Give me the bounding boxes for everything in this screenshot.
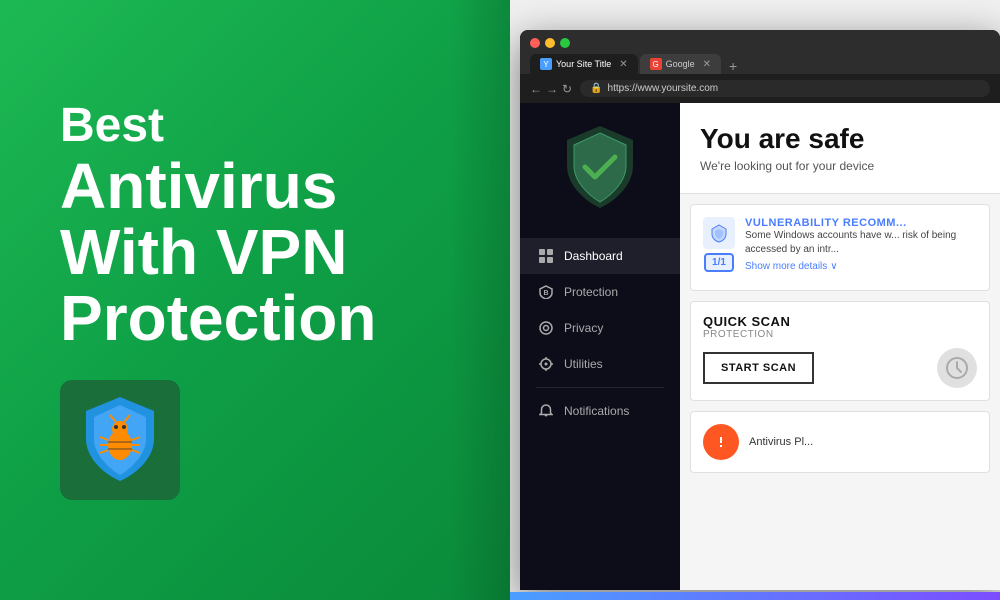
left-section: Best Antivirus With VPN Protection — [0, 0, 510, 600]
nav-item-notifications[interactable]: Notifications — [520, 393, 680, 429]
vuln-content: VULNERABILITY RECOMM... Some Windows acc… — [745, 217, 977, 272]
nav-label-dashboard: Dashboard — [564, 249, 623, 263]
vuln-link[interactable]: Show more details ∨ — [745, 261, 977, 272]
safe-subtitle: We're looking out for your device — [700, 159, 980, 173]
bottom-bar — [510, 592, 1000, 600]
av-main-panel: You are safe We're looking out for your … — [680, 103, 1000, 590]
partial-card: Antivirus Pl... — [690, 411, 990, 473]
right-section: Y Your Site Title ✕ G Google ✕ + ← → ↻ — [510, 0, 1000, 600]
av-logo-shield — [560, 123, 640, 213]
browser-navbar: ← → ↻ 🔒 https://www.yoursite.com — [520, 74, 1000, 103]
tab-label-1: Your Site Title — [556, 59, 611, 69]
browser-dots — [530, 38, 990, 48]
vuln-link-text: Show more details — [745, 261, 827, 272]
dot-green[interactable] — [560, 38, 570, 48]
nav-label-privacy: Privacy — [564, 321, 603, 335]
tab-favicon-1: Y — [540, 58, 552, 70]
vuln-text: Some Windows accounts have w... risk of … — [745, 229, 977, 257]
browser-content: Dashboard B Protection — [520, 103, 1000, 590]
nav-label-notifications: Notifications — [564, 404, 629, 418]
tab-close-2[interactable]: ✕ — [703, 59, 711, 70]
headline-with-vpn: With VPN — [60, 220, 460, 284]
quick-scan-card: QUICK SCAN PROTECTION START SCAN — [690, 301, 990, 401]
partial-card-icon — [703, 424, 739, 460]
scan-content: START SCAN — [703, 348, 977, 388]
av-sidebar: Dashboard B Protection — [520, 103, 680, 590]
headline-protection: Protection — [60, 286, 460, 350]
svg-text:B: B — [543, 290, 548, 297]
safe-title: You are safe — [700, 123, 980, 155]
nav-item-privacy[interactable]: Privacy — [520, 310, 680, 346]
browser-window: Y Your Site Title ✕ G Google ✕ + ← → ↻ — [520, 30, 1000, 590]
refresh-arrow[interactable]: ↻ — [562, 82, 572, 96]
address-text: https://www.yoursite.com — [608, 83, 719, 94]
privacy-icon — [538, 320, 554, 336]
chevron-down-icon: ∨ — [830, 261, 837, 272]
vuln-badge: 1/1 — [704, 253, 734, 272]
scan-title: QUICK SCAN — [703, 314, 977, 329]
vuln-header: 1/1 VULNERABILITY RECOMM... Some Windows… — [703, 217, 977, 272]
protection-icon: B — [538, 284, 554, 300]
utilities-icon — [538, 356, 554, 372]
vuln-title: VULNERABILITY RECOMM... — [745, 217, 977, 229]
browser-tabs: Y Your Site Title ✕ G Google ✕ + — [530, 54, 990, 74]
badge-container — [60, 380, 180, 500]
nav-arrows: ← → ↻ — [530, 82, 572, 96]
nav-label-protection: Protection — [564, 285, 618, 299]
headline-best: Best — [60, 100, 460, 153]
vulnerability-card: 1/1 VULNERABILITY RECOMM... Some Windows… — [690, 204, 990, 291]
scan-subtitle: PROTECTION — [703, 329, 977, 340]
address-bar[interactable]: 🔒 https://www.yoursite.com — [580, 80, 990, 97]
nav-item-protection[interactable]: B Protection — [520, 274, 680, 310]
shield-badge-icon — [80, 395, 160, 485]
vuln-icon — [703, 217, 735, 249]
notifications-icon — [538, 403, 554, 419]
scan-circle-icon — [937, 348, 977, 388]
back-arrow[interactable]: ← — [530, 82, 542, 96]
forward-arrow[interactable]: → — [546, 82, 558, 96]
dashboard-icon — [538, 248, 554, 264]
tab-label-2: Google — [666, 59, 695, 69]
nav-item-utilities[interactable]: Utilities — [520, 346, 680, 382]
browser-chrome: Y Your Site Title ✕ G Google ✕ + — [520, 30, 1000, 74]
av-header: You are safe We're looking out for your … — [680, 103, 1000, 194]
nav-divider — [536, 387, 664, 388]
start-scan-button[interactable]: START SCAN — [703, 352, 814, 384]
new-tab-button[interactable]: + — [723, 58, 743, 74]
partial-card-text: Antivirus Pl... — [749, 436, 813, 448]
tab-close-1[interactable]: ✕ — [619, 59, 627, 70]
dot-yellow[interactable] — [545, 38, 555, 48]
nav-item-dashboard[interactable]: Dashboard — [520, 238, 680, 274]
tab-active[interactable]: Y Your Site Title ✕ — [530, 54, 638, 74]
headline-antivirus: Antivirus — [60, 154, 460, 218]
lock-icon: 🔒 — [590, 83, 602, 94]
tab-favicon-2: G — [650, 58, 662, 70]
nav-label-utilities: Utilities — [564, 357, 603, 371]
tab-google[interactable]: G Google ✕ — [640, 54, 721, 74]
dot-red[interactable] — [530, 38, 540, 48]
